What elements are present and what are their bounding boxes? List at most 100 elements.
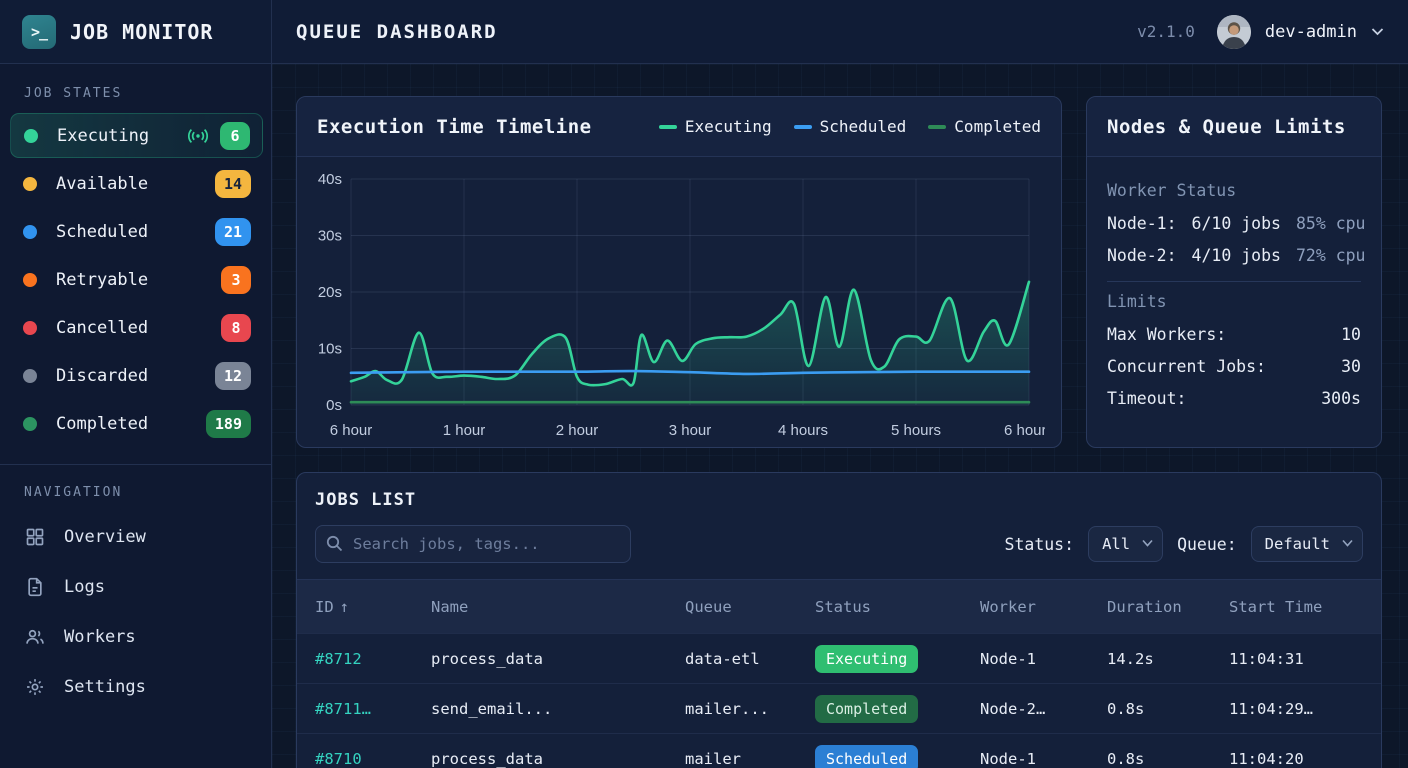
- queue-filter-value: Default: [1264, 535, 1330, 553]
- sidebar-job-state-item[interactable]: Discarded 12: [10, 353, 263, 398]
- status-badge: Scheduled: [815, 744, 919, 768]
- column-header-start-time[interactable]: Start Time: [1229, 598, 1381, 616]
- app-title: JOB MONITOR: [70, 19, 214, 44]
- chevron-down-icon: [1342, 539, 1353, 547]
- nav-label: Logs: [64, 577, 105, 597]
- sidebar-divider: [0, 464, 271, 465]
- state-count-badge: 6: [220, 121, 250, 150]
- sidebar-item-settings[interactable]: Settings: [0, 662, 271, 712]
- table-row[interactable]: #8711… send_email... mailer... Completed…: [297, 683, 1381, 733]
- sidebar-item-workers[interactable]: Workers: [0, 612, 271, 662]
- job-name: send_email...: [431, 699, 553, 718]
- sidebar-job-state-item[interactable]: Executing 6: [10, 113, 263, 158]
- sidebar-job-state-item[interactable]: Available 14: [10, 161, 263, 206]
- column-header-name[interactable]: Name: [431, 598, 685, 616]
- jobs-list-title: JOBS LIST: [315, 490, 417, 510]
- gear-icon: [25, 677, 45, 697]
- nodes-limits-card: Nodes & Queue Limits Worker Status Node-…: [1086, 96, 1382, 448]
- node-jobs: 6/10 jobs: [1191, 214, 1281, 233]
- table-row[interactable]: #8710 process_data mailer Scheduled Node…: [297, 733, 1381, 768]
- legend-swatch-executing: [658, 124, 677, 129]
- limit-row: Timeout: 300s: [1107, 389, 1361, 408]
- state-label: Discarded: [56, 365, 149, 386]
- sidebar-job-state-item[interactable]: Completed 189: [10, 401, 263, 446]
- avatar[interactable]: [1216, 14, 1251, 49]
- svg-text:10s: 10s: [318, 341, 342, 358]
- navigation-section-label: NAVIGATION: [24, 485, 123, 500]
- svg-text:5 hours: 5 hours: [891, 422, 941, 439]
- svg-text:0s: 0s: [326, 397, 342, 414]
- legend-swatch-scheduled: [793, 124, 812, 129]
- top-bar: >_ JOB MONITOR QUEUE DASHBOARD v2.1.0 de…: [0, 0, 1408, 64]
- status-badge: Completed: [815, 694, 919, 723]
- legend-swatch-completed: [928, 124, 947, 129]
- limits-label: Limits: [1107, 292, 1167, 311]
- live-activity-icon: [187, 128, 209, 144]
- svg-text:2 hour: 2 hour: [556, 422, 599, 439]
- nav-label: Workers: [64, 627, 136, 647]
- limit-row: Max Workers: 10: [1107, 325, 1361, 344]
- execution-timeline-card: Execution Time Timeline Executing Schedu…: [296, 96, 1062, 448]
- job-start-time: 11:04:20: [1229, 749, 1304, 768]
- limit-row: Concurrent Jobs: 30: [1107, 357, 1361, 376]
- job-id-link[interactable]: #8712: [315, 650, 431, 668]
- job-worker: Node-2…: [980, 699, 1046, 718]
- svg-text:1 hour: 1 hour: [443, 422, 486, 439]
- limit-name: Concurrent Jobs:: [1107, 357, 1266, 376]
- job-duration: 0.8s: [1107, 749, 1145, 768]
- state-count-badge: 3: [221, 265, 251, 294]
- timeline-chart: 0s 10s 20s 30s 40s 6 hour 1 hour 2 hour 3 hour 4 …: [297, 157, 1061, 451]
- card-divider: [1107, 281, 1361, 282]
- job-worker: Node-1: [980, 749, 1036, 768]
- svg-text:20s: 20s: [318, 284, 342, 301]
- user-menu-label[interactable]: dev-admin: [1265, 22, 1357, 42]
- sidebar-item-logs[interactable]: Logs: [0, 562, 271, 612]
- state-label: Cancelled: [56, 317, 149, 338]
- sidebar-item-overview[interactable]: Overview: [0, 512, 271, 562]
- sidebar-job-state-item[interactable]: Retryable 3: [10, 257, 263, 302]
- state-count-badge: 21: [214, 217, 251, 246]
- version-label: v2.1.0: [1137, 22, 1195, 41]
- chevron-down-icon[interactable]: [1371, 27, 1384, 36]
- table-header-row: ID ↑ Name Queue Status Worker Duration St…: [297, 579, 1381, 633]
- column-header-queue[interactable]: Queue: [685, 598, 815, 616]
- queue-filter-select[interactable]: Default: [1250, 526, 1363, 562]
- status-filter-label: Status:: [1004, 534, 1075, 554]
- table-row[interactable]: #8712 process_data data-etl Executing No…: [297, 633, 1381, 683]
- queue-filter-label: Queue:: [1177, 534, 1237, 554]
- legend-label: Executing: [684, 117, 772, 136]
- node-name: Node-1:: [1107, 214, 1177, 233]
- state-label: Scheduled: [56, 221, 149, 242]
- jobs-table: ID ↑ Name Queue Status Worker Duration St…: [297, 579, 1381, 768]
- search-input[interactable]: [315, 525, 631, 563]
- sort-ascending-icon: ↑: [339, 597, 350, 616]
- job-id-link[interactable]: #8710: [315, 750, 431, 768]
- job-duration: 14.2s: [1107, 649, 1154, 668]
- search-icon: [326, 535, 343, 552]
- status-filter-select[interactable]: All: [1088, 526, 1164, 562]
- state-color-dot: [23, 272, 37, 287]
- status-badge: Executing: [815, 644, 919, 673]
- column-header-worker[interactable]: Worker: [980, 598, 1107, 616]
- state-count-badge: 189: [205, 409, 251, 438]
- main-content: Execution Time Timeline Executing Schedu…: [272, 64, 1408, 768]
- status-filter-value: All: [1102, 535, 1131, 553]
- terminal-glyph: >_: [30, 22, 48, 41]
- nav-label: Settings: [64, 677, 146, 697]
- svg-text:3 hour: 3 hour: [669, 422, 712, 439]
- worker-status-label: Worker Status: [1107, 181, 1237, 200]
- limit-value: 300s: [1321, 389, 1361, 408]
- column-header-id[interactable]: ID ↑: [315, 598, 431, 616]
- column-header-status[interactable]: Status: [815, 598, 980, 616]
- column-label: ID: [315, 597, 334, 616]
- legend-label: Scheduled: [819, 117, 907, 136]
- job-queue: data-etl: [685, 649, 760, 668]
- job-id-link[interactable]: #8711…: [315, 700, 431, 718]
- svg-text:40s: 40s: [318, 171, 342, 188]
- column-header-duration[interactable]: Duration: [1107, 598, 1229, 616]
- sidebar-job-state-item[interactable]: Scheduled 21: [10, 209, 263, 254]
- legend-item-executing: Executing: [658, 117, 772, 136]
- limit-name: Max Workers:: [1107, 325, 1227, 344]
- document-icon: [25, 577, 45, 597]
- sidebar-job-state-item[interactable]: Cancelled 8: [10, 305, 263, 350]
